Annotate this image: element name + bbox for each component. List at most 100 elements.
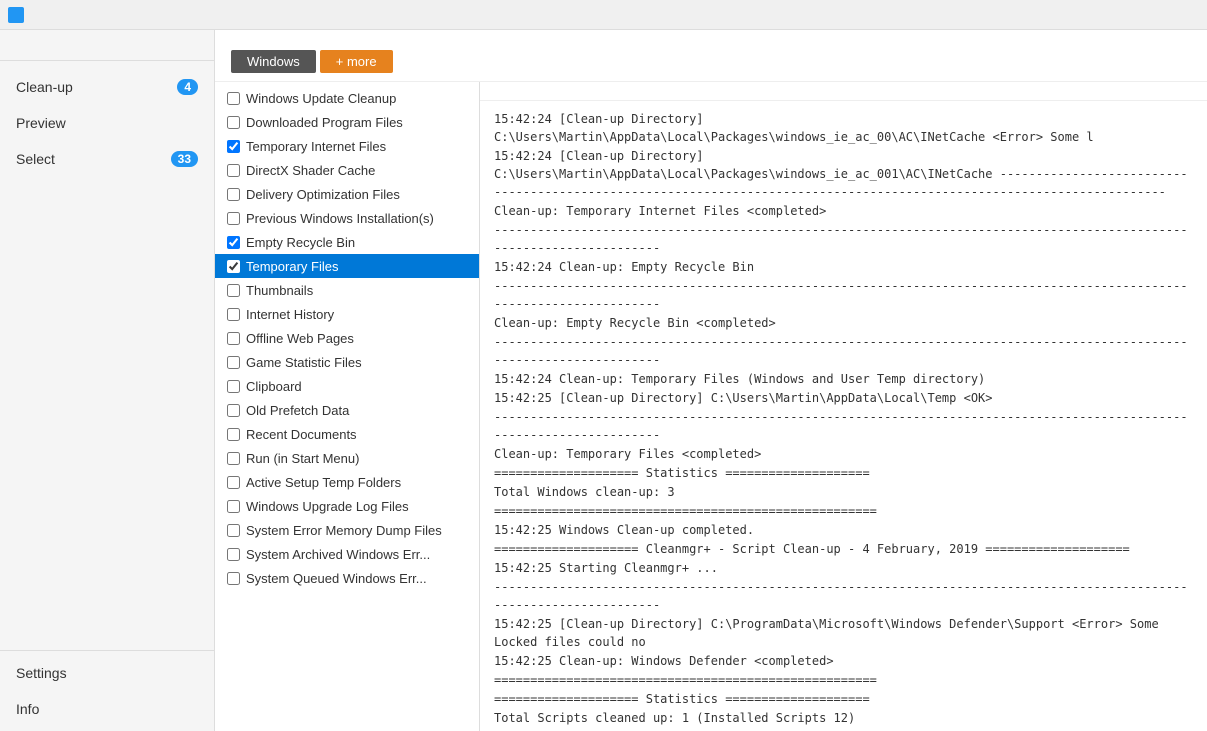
log-line: ========================================… xyxy=(494,502,1193,520)
checklist-item-previous-windows[interactable]: Previous Windows Installation(s) xyxy=(215,206,479,230)
checklist-item-clipboard[interactable]: Clipboard xyxy=(215,374,479,398)
sidebar-item-label: Select xyxy=(16,151,55,167)
sidebar-item-cleanup[interactable]: Clean-up4 xyxy=(0,69,214,105)
content-header: Windows+ more xyxy=(215,30,1207,82)
checklist-item-internet-history[interactable]: Internet History xyxy=(215,302,479,326)
sidebar-item-label: Info xyxy=(16,701,39,717)
log-panel: 15:42:24 [Clean-up Directory] C:\Users\M… xyxy=(480,82,1207,731)
log-line: ==================== Cleanmgr+ - Script … xyxy=(494,540,1193,558)
checklist-label-downloaded-program: Downloaded Program Files xyxy=(246,115,403,130)
log-line: 15:42:25 Starting Cleanmgr+ ... xyxy=(494,559,1193,577)
checklist-item-system-error-dump[interactable]: System Error Memory Dump Files xyxy=(215,518,479,542)
tab-windows[interactable]: Windows xyxy=(231,50,316,73)
log-line: 15:42:25 Windows Clean-up completed. xyxy=(494,521,1193,539)
checkbox-delivery-opt[interactable] xyxy=(227,188,240,201)
checkbox-offline-web[interactable] xyxy=(227,332,240,345)
checklist-item-run-start[interactable]: Run (in Start Menu) xyxy=(215,446,479,470)
log-line: Clean-up: Temporary Files <completed> xyxy=(494,445,1193,463)
checklist-item-delivery-opt[interactable]: Delivery Optimization Files xyxy=(215,182,479,206)
checklist-item-active-setup[interactable]: Active Setup Temp Folders xyxy=(215,470,479,494)
checkbox-game-statistic[interactable] xyxy=(227,356,240,369)
checkbox-system-queued[interactable] xyxy=(227,572,240,585)
checklist-item-windows-update[interactable]: Windows Update Cleanup xyxy=(215,86,479,110)
content-area: Windows+ more Windows Update Cleanup Down… xyxy=(215,30,1207,731)
sidebar-item-select[interactable]: Select 33 xyxy=(0,141,214,177)
checklist-label-run-start: Run (in Start Menu) xyxy=(246,451,359,466)
log-line: ----------------------------------------… xyxy=(494,333,1193,369)
sidebar-item-label: Clean-up xyxy=(16,79,73,95)
sidebar-item-label: Settings xyxy=(16,665,67,681)
checkbox-windows-update[interactable] xyxy=(227,92,240,105)
sidebar-item-label: Preview xyxy=(16,115,66,131)
log-line: ========================================… xyxy=(494,671,1193,689)
checklist-label-temp-files: Temporary Files xyxy=(246,259,338,274)
log-line: Clean-up: Temporary Internet Files <comp… xyxy=(494,202,1193,220)
minimize-button[interactable] xyxy=(1057,0,1103,30)
checkbox-run-start[interactable] xyxy=(227,452,240,465)
checkbox-directx-shader[interactable] xyxy=(227,164,240,177)
checklist-label-previous-windows: Previous Windows Installation(s) xyxy=(246,211,434,226)
log-content[interactable]: 15:42:24 [Clean-up Directory] C:\Users\M… xyxy=(480,101,1207,731)
checkbox-system-error-dump[interactable] xyxy=(227,524,240,537)
checklist-item-directx-shader[interactable]: DirectX Shader Cache xyxy=(215,158,479,182)
checklist-label-empty-recycle: Empty Recycle Bin xyxy=(246,235,355,250)
checkbox-empty-recycle[interactable] xyxy=(227,236,240,249)
app-header xyxy=(0,30,214,61)
tab-more[interactable]: + more xyxy=(320,50,393,73)
checklist-item-recent-docs[interactable]: Recent Documents xyxy=(215,422,479,446)
log-line: ----------------------------------------… xyxy=(494,221,1193,257)
checkbox-clipboard[interactable] xyxy=(227,380,240,393)
checklist-label-active-setup: Active Setup Temp Folders xyxy=(246,475,401,490)
log-line: 15:42:24 Clean-up: Empty Recycle Bin xyxy=(494,258,1193,276)
sidebar-item-info[interactable]: Info xyxy=(0,691,214,727)
sidebar: Clean-up4 Preview Select 33 Settings Info xyxy=(0,30,215,731)
checkbox-system-archived[interactable] xyxy=(227,548,240,561)
checkbox-old-prefetch[interactable] xyxy=(227,404,240,417)
close-button[interactable] xyxy=(1153,0,1199,30)
sidebar-item-preview[interactable]: Preview xyxy=(0,105,214,141)
content-body: Windows Update Cleanup Downloaded Program… xyxy=(215,82,1207,731)
checklist-item-game-statistic[interactable]: Game Statistic Files xyxy=(215,350,479,374)
checklist-item-old-prefetch[interactable]: Old Prefetch Data xyxy=(215,398,479,422)
checklist-item-thumbnails[interactable]: Thumbnails xyxy=(215,278,479,302)
sidebar-badge-select: 33 xyxy=(171,151,198,167)
titlebar xyxy=(0,0,1207,30)
log-line: ----------------------------------------… xyxy=(494,277,1193,313)
checklist-label-internet-history: Internet History xyxy=(246,307,334,322)
checklist-item-windows-upgrade[interactable]: Windows Upgrade Log Files xyxy=(215,494,479,518)
checklist-panel: Windows Update Cleanup Downloaded Program… xyxy=(215,82,480,731)
log-line: ==================== Statistics ========… xyxy=(494,464,1193,482)
checklist-item-system-queued[interactable]: System Queued Windows Err... xyxy=(215,566,479,590)
checklist-label-thumbnails: Thumbnails xyxy=(246,283,313,298)
log-line: 15:42:25 Clean-up: Windows Defender <com… xyxy=(494,652,1193,670)
checkbox-windows-upgrade[interactable] xyxy=(227,500,240,513)
maximize-button[interactable] xyxy=(1105,0,1151,30)
checkbox-temp-internet[interactable] xyxy=(227,140,240,153)
checklist-item-empty-recycle[interactable]: Empty Recycle Bin xyxy=(215,230,479,254)
checkbox-temp-files[interactable] xyxy=(227,260,240,273)
checklist-item-temp-internet[interactable]: Temporary Internet Files xyxy=(215,134,479,158)
log-line: ----------------------------------------… xyxy=(494,408,1193,444)
checklist-label-system-archived: System Archived Windows Err... xyxy=(246,547,430,562)
checkbox-recent-docs[interactable] xyxy=(227,428,240,441)
log-line: 15:42:24 [Clean-up Directory] C:\Users\M… xyxy=(494,110,1193,146)
checklist-label-clipboard: Clipboard xyxy=(246,379,302,394)
checklist-label-old-prefetch: Old Prefetch Data xyxy=(246,403,349,418)
log-line: 15:42:25 [Clean-up Directory] C:\Users\M… xyxy=(494,389,1193,407)
sidebar-item-settings[interactable]: Settings xyxy=(0,655,214,691)
checklist-item-downloaded-program[interactable]: Downloaded Program Files xyxy=(215,110,479,134)
log-line: Clean-up: Empty Recycle Bin <completed> xyxy=(494,314,1193,332)
checklist-label-windows-update: Windows Update Cleanup xyxy=(246,91,396,106)
titlebar-controls xyxy=(1057,0,1199,30)
nav-items: Clean-up4 Preview Select 33 xyxy=(0,61,214,650)
checkbox-downloaded-program[interactable] xyxy=(227,116,240,129)
checklist-item-system-archived[interactable]: System Archived Windows Err... xyxy=(215,542,479,566)
checklist-label-system-error-dump: System Error Memory Dump Files xyxy=(246,523,442,538)
checkbox-previous-windows[interactable] xyxy=(227,212,240,225)
checkbox-thumbnails[interactable] xyxy=(227,284,240,297)
checkbox-internet-history[interactable] xyxy=(227,308,240,321)
checklist-item-offline-web[interactable]: Offline Web Pages xyxy=(215,326,479,350)
nav-bottom: Settings Info xyxy=(0,650,214,731)
checklist-item-temp-files[interactable]: Temporary Files xyxy=(215,254,479,278)
checkbox-active-setup[interactable] xyxy=(227,476,240,489)
